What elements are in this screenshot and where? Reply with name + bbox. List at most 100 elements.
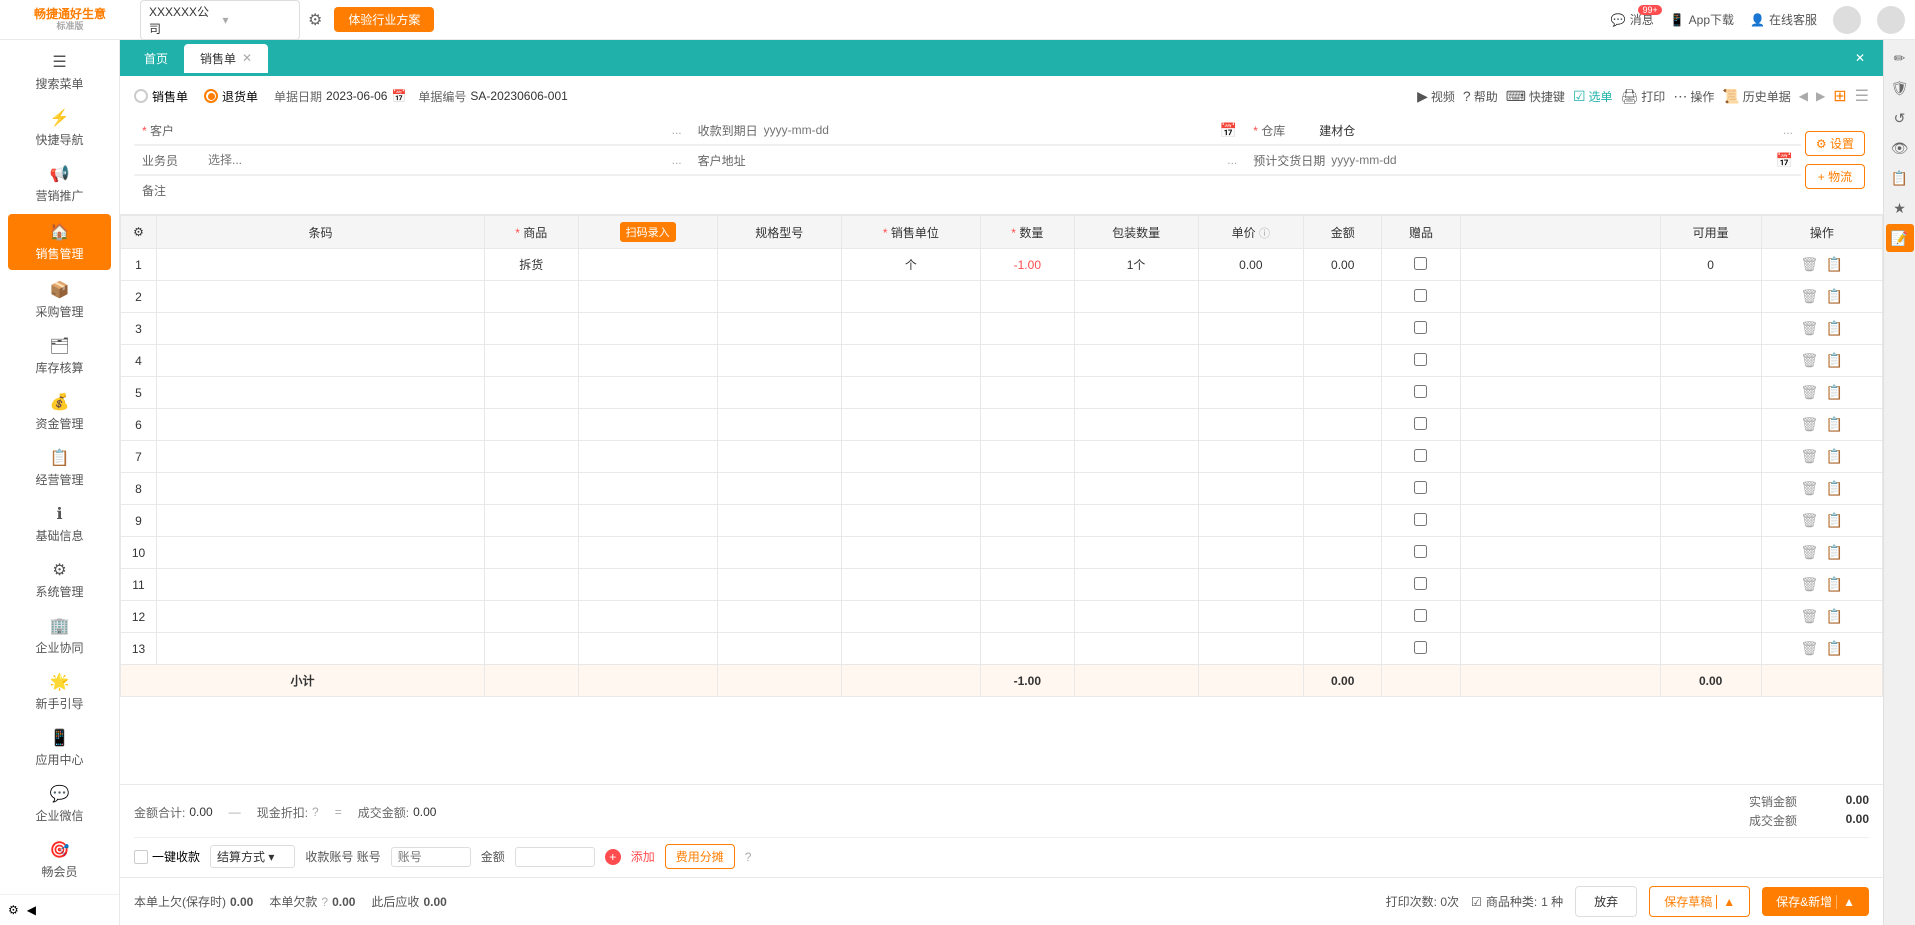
cell-price[interactable] <box>1198 601 1304 633</box>
cell-price[interactable] <box>1198 441 1304 473</box>
sidebar-item-guide[interactable]: 🌟 新手引导 <box>0 664 119 720</box>
cell-product[interactable] <box>485 473 579 505</box>
payment-amount-input[interactable] <box>515 847 595 867</box>
cell-qty[interactable] <box>981 633 1075 665</box>
settings-icon[interactable]: ⚙ <box>308 10 322 30</box>
cell-pack-qty[interactable] <box>1074 345 1198 377</box>
cell-product[interactable] <box>485 409 579 441</box>
cell-spec[interactable] <box>717 537 841 569</box>
salesperson-input[interactable] <box>208 151 666 169</box>
cell-price[interactable] <box>1198 313 1304 345</box>
delete-row-button[interactable]: 🗑 <box>1799 286 1821 307</box>
toolbar-nav-prev[interactable]: ◀ <box>1799 89 1808 103</box>
toolbar-history[interactable]: 📜 历史单据 <box>1722 88 1790 105</box>
cell-pack-qty[interactable] <box>1074 377 1198 409</box>
cell-price[interactable] <box>1198 345 1304 377</box>
cell-unit[interactable] <box>841 409 980 441</box>
cell-gift[interactable] <box>1382 249 1460 281</box>
sidebar-item-system[interactable]: ⚙ 系统管理 <box>0 552 119 608</box>
cell-qty[interactable] <box>981 345 1075 377</box>
float-icon-shield[interactable]: 🛡 <box>1886 74 1914 102</box>
product-kind[interactable]: ☑ 商品种类: 1 种 <box>1471 893 1563 910</box>
cell-qty[interactable] <box>981 505 1075 537</box>
cell-product[interactable]: 拆货 <box>485 249 579 281</box>
cell-amount[interactable] <box>1304 281 1382 313</box>
sidebar-item-member[interactable]: 🎯 畅会员 <box>0 832 119 888</box>
cell-pack-qty[interactable] <box>1074 633 1198 665</box>
note-input[interactable] <box>208 181 1793 199</box>
sidebar-item-inventory[interactable]: 🗂 库存核算 <box>0 328 119 384</box>
cell-barcode[interactable] <box>157 441 485 473</box>
cell-gift[interactable] <box>1382 601 1460 633</box>
cell-gift[interactable] <box>1382 345 1460 377</box>
cell-price[interactable] <box>1198 505 1304 537</box>
delete-row-button[interactable]: 🗑 <box>1799 350 1821 371</box>
radio-sales[interactable]: 销售单 <box>134 88 188 105</box>
copy-row-button[interactable]: 📋 <box>1824 254 1845 275</box>
cell-pack-qty[interactable] <box>1074 313 1198 345</box>
delete-row-button[interactable]: 🗑 <box>1799 478 1821 499</box>
cell-product[interactable] <box>485 377 579 409</box>
cell-unit[interactable] <box>841 537 980 569</box>
sidebar-item-apps[interactable]: 📱 应用中心 <box>0 720 119 776</box>
copy-row-button[interactable]: 📋 <box>1824 542 1845 563</box>
cell-gift[interactable] <box>1382 633 1460 665</box>
cell-pack-qty[interactable] <box>1074 281 1198 313</box>
cell-qty[interactable] <box>981 313 1075 345</box>
scan-button[interactable]: 扫码录入 <box>620 222 676 242</box>
copy-row-button[interactable]: 📋 <box>1824 478 1845 499</box>
toolbar-print[interactable]: 🖨 打印 <box>1621 88 1666 105</box>
salesperson-dots[interactable]: ... <box>672 153 682 167</box>
cell-product[interactable] <box>485 313 579 345</box>
cell-qty[interactable] <box>981 281 1075 313</box>
cell-amount[interactable] <box>1304 313 1382 345</box>
customer-input[interactable] <box>208 121 666 139</box>
toolbar-choose[interactable]: ☑ 选单 <box>1573 88 1613 105</box>
cell-price[interactable] <box>1198 281 1304 313</box>
cell-product[interactable] <box>485 345 579 377</box>
cell-pack-qty[interactable] <box>1074 569 1198 601</box>
settings-button[interactable]: ⚙ 设置 <box>1805 131 1865 156</box>
cell-barcode[interactable] <box>157 409 485 441</box>
cell-unit[interactable] <box>841 377 980 409</box>
delete-row-button[interactable]: 🗑 <box>1799 414 1821 435</box>
cell-pack-qty[interactable] <box>1074 409 1198 441</box>
cell-pack-qty[interactable] <box>1074 441 1198 473</box>
save-new-caret[interactable]: ▲ <box>1836 895 1855 909</box>
cell-gift[interactable] <box>1382 537 1460 569</box>
copy-row-button[interactable]: 📋 <box>1824 606 1845 627</box>
cell-barcode[interactable] <box>157 377 485 409</box>
cell-gift[interactable] <box>1382 569 1460 601</box>
cell-amount[interactable] <box>1304 473 1382 505</box>
cell-qty[interactable] <box>981 537 1075 569</box>
cell-qty[interactable] <box>981 569 1075 601</box>
copy-row-button[interactable]: 📋 <box>1824 510 1845 531</box>
cell-barcode[interactable] <box>157 537 485 569</box>
cell-pack-qty[interactable] <box>1074 505 1198 537</box>
cell-spec[interactable] <box>717 345 841 377</box>
cell-pack-qty[interactable]: 1个 <box>1074 249 1198 281</box>
sidebar-item-purchase[interactable]: 📦 采购管理 <box>0 272 119 328</box>
delete-row-button[interactable]: 🗑 <box>1799 638 1821 659</box>
save-draft-button[interactable]: 保存草稿 ▲ <box>1649 886 1750 917</box>
cell-price[interactable]: 0.00 <box>1198 249 1304 281</box>
account-input[interactable] <box>391 847 471 867</box>
cell-unit[interactable] <box>841 441 980 473</box>
cell-qty[interactable]: -1.00 <box>981 249 1075 281</box>
cell-unit[interactable] <box>841 601 980 633</box>
tab-bar-close[interactable]: ✕ <box>1845 51 1875 65</box>
cell-spec[interactable] <box>717 569 841 601</box>
float-icon-edit[interactable]: ✏ <box>1886 44 1914 72</box>
tab-sales-order[interactable]: 销售单 ✕ <box>184 44 268 73</box>
delete-row-button[interactable]: 🗑 <box>1799 574 1821 595</box>
cell-barcode[interactable] <box>157 505 485 537</box>
cell-spec[interactable] <box>717 633 841 665</box>
warehouse-dots[interactable]: ... <box>1783 123 1793 137</box>
cell-spec[interactable] <box>717 473 841 505</box>
float-icon-orange-action[interactable]: 📝 <box>1886 224 1914 252</box>
delete-row-button[interactable]: 🗑 <box>1799 510 1821 531</box>
cell-amount[interactable] <box>1304 409 1382 441</box>
abandon-button[interactable]: 放弃 <box>1575 886 1637 917</box>
copy-row-button[interactable]: 📋 <box>1824 286 1845 307</box>
float-icon-copy[interactable]: 📋 <box>1886 164 1914 192</box>
